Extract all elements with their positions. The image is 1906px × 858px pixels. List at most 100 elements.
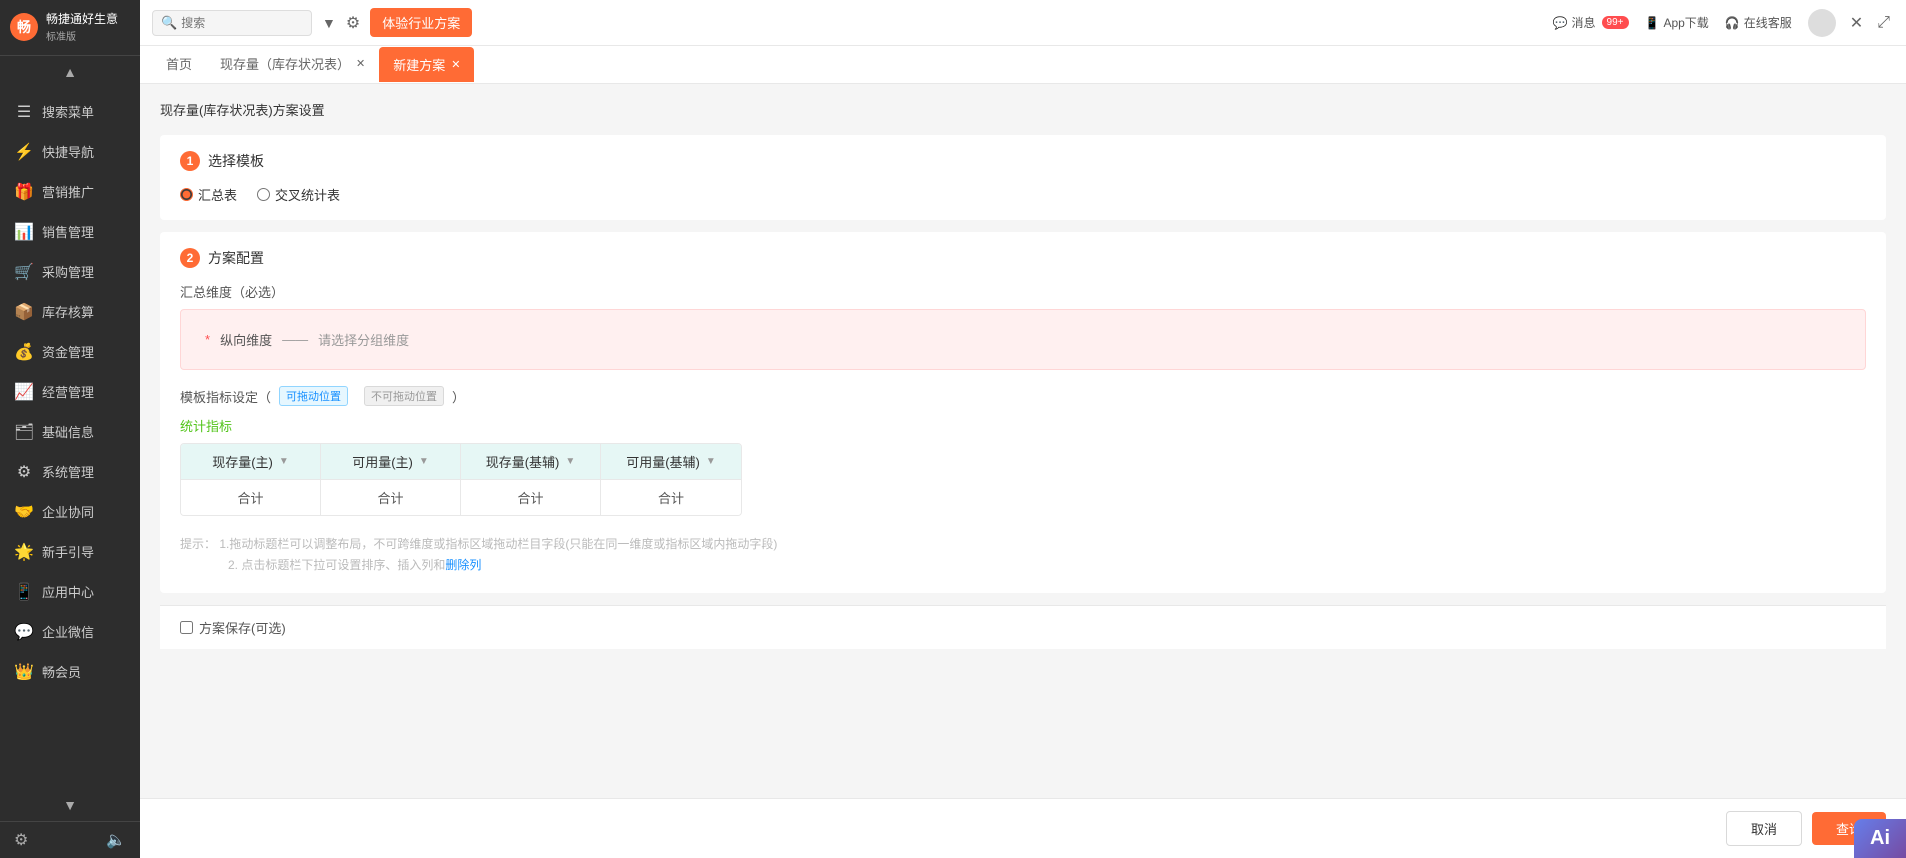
- finance-icon: 💰: [14, 342, 34, 362]
- search-input[interactable]: [181, 16, 303, 30]
- app-download-action[interactable]: 📱 App下载: [1645, 14, 1709, 31]
- sidebar-item-label: 营销推广: [42, 182, 94, 201]
- sidebar: 畅 畅捷通好生意 标准版 ▲ ☰ 搜索菜单 ⚡ 快捷导航 🎁 营销推广 📊 销售…: [0, 0, 140, 858]
- sidebar-item-sales[interactable]: 📊 销售管理: [0, 212, 140, 252]
- topbar: 🔍 ▼ ⚙ 体验行业方案 💬 消息 99+ 📱 App下载 🎧 在线客服 ✕: [140, 0, 1906, 46]
- sidebar-nav: ☰ 搜索菜单 ⚡ 快捷导航 🎁 营销推广 📊 销售管理 🛒 采购管理 📦 库存核…: [0, 88, 140, 789]
- cell-3: 合计: [601, 480, 741, 515]
- expand-btn[interactable]: ⤢: [1873, 12, 1894, 34]
- sidebar-item-label: 应用中心: [42, 582, 94, 601]
- cancel-button[interactable]: 取消: [1726, 811, 1802, 846]
- tab-new-plan[interactable]: 新建方案 ✕: [379, 47, 474, 82]
- sidebar-item-finance[interactable]: 💰 资金管理: [0, 332, 140, 372]
- radio-cross-label: 交叉统计表: [275, 185, 340, 204]
- dimension-label: 汇总维度（必选）: [180, 282, 1866, 301]
- main-area: 🔍 ▼ ⚙ 体验行业方案 💬 消息 99+ 📱 App下载 🎧 在线客服 ✕: [140, 0, 1906, 858]
- tip-1-text: 提示： 1.拖动标题栏可以调整布局，不可跨维度或指标区域拖动栏目字段(只能在同一…: [180, 537, 777, 551]
- save-checkbox-label[interactable]: 方案保存(可选): [180, 618, 286, 637]
- radio-summary-input[interactable]: [180, 188, 193, 201]
- cell-0: 合计: [181, 480, 321, 515]
- dimension-name: 纵向维度: [220, 330, 272, 349]
- sidebar-item-newguide[interactable]: 🌟 新手引导: [0, 532, 140, 572]
- template-options: 汇总表 交叉统计表: [180, 185, 1866, 204]
- message-label: 消息: [1572, 14, 1596, 31]
- sidebar-item-member[interactable]: 👑 畅会员: [0, 652, 140, 692]
- sidebar-item-operations[interactable]: 📈 经营管理: [0, 372, 140, 412]
- sidebar-footer: ⚙ 🔈: [0, 821, 140, 858]
- sidebar-item-basicinfo[interactable]: 🗂 基础信息: [0, 412, 140, 452]
- system-icon: ⚙: [14, 462, 34, 482]
- sidebar-item-system[interactable]: ⚙ 系统管理: [0, 452, 140, 492]
- stats-table: 现存量(主) ▼ 可用量(主) ▼ 现存量(基辅) ▼ 可用量(基辅) ▼: [180, 443, 742, 516]
- trial-btn[interactable]: 体验行业方案: [370, 8, 472, 37]
- radio-cross-input[interactable]: [257, 188, 270, 201]
- tab-inventory-close[interactable]: ✕: [356, 57, 365, 70]
- tab-home-label: 首页: [166, 54, 192, 73]
- save-checkbox-text: 方案保存(可选): [199, 618, 286, 637]
- sidebar-scroll-down[interactable]: ▼: [63, 793, 77, 817]
- sidebar-item-label: 新手引导: [42, 542, 94, 561]
- step2-header: 2 方案配置: [180, 248, 1866, 268]
- sidebar-item-label: 基础信息: [42, 422, 94, 441]
- tab-home[interactable]: 首页: [152, 46, 206, 83]
- sidebar-item-appcenter[interactable]: 📱 应用中心: [0, 572, 140, 612]
- radio-summary[interactable]: 汇总表: [180, 185, 237, 204]
- operations-icon: 📈: [14, 382, 34, 402]
- app-name: 畅捷通好生意: [46, 12, 118, 28]
- col-header-0[interactable]: 现存量(主) ▼: [181, 444, 321, 479]
- col-header-3[interactable]: 可用量(基辅) ▼: [601, 444, 741, 479]
- tag-movable: 可拖动位置: [279, 386, 348, 406]
- ai-badge[interactable]: Ai: [1854, 819, 1906, 858]
- member-icon: 👑: [14, 662, 34, 682]
- page-title: 现存量(库存状况表)方案设置: [160, 100, 1886, 119]
- sidebar-item-wecom[interactable]: 💬 企业微信: [0, 612, 140, 652]
- message-action[interactable]: 💬 消息 99+: [1553, 14, 1629, 31]
- sidebar-item-enterprise[interactable]: 🤝 企业协同: [0, 492, 140, 532]
- settings-footer-icon[interactable]: ⚙: [14, 830, 28, 850]
- inventory-icon: 📦: [14, 302, 34, 322]
- user-avatar[interactable]: [1808, 9, 1836, 37]
- message-icon: 💬: [1553, 16, 1568, 30]
- col-label-3: 可用量(基辅): [626, 452, 700, 471]
- cell-1: 合计: [321, 480, 461, 515]
- sidebar-scroll-up[interactable]: ▲: [63, 60, 77, 84]
- sidebar-item-label: 畅会员: [42, 662, 81, 681]
- tab-new-plan-close[interactable]: ✕: [451, 58, 460, 71]
- tab-new-plan-label: 新建方案: [393, 55, 445, 74]
- sidebar-item-label: 经营管理: [42, 382, 94, 401]
- message-badge: 99+: [1602, 16, 1629, 29]
- newguide-icon: 🌟: [14, 542, 34, 562]
- sidebar-item-inventory[interactable]: 📦 库存核算: [0, 292, 140, 332]
- purchase-icon: 🛒: [14, 262, 34, 282]
- sidebar-item-search[interactable]: ☰ 搜索菜单: [0, 92, 140, 132]
- app-download-icon: 📱: [1645, 16, 1660, 30]
- tab-inventory[interactable]: 现存量（库存状况表） ✕: [206, 46, 379, 83]
- appcenter-icon: 📱: [14, 582, 34, 602]
- online-service-action[interactable]: 🎧 在线客服: [1725, 14, 1792, 31]
- metrics-label-end: ）: [452, 387, 465, 406]
- tips-area: 提示： 1.拖动标题栏可以调整布局，不可跨维度或指标区域拖动栏目字段(只能在同一…: [180, 535, 1866, 573]
- sidebar-item-marketing[interactable]: 🎁 营销推广: [0, 172, 140, 212]
- topbar-search-box[interactable]: 🔍: [152, 10, 312, 36]
- radio-cross[interactable]: 交叉统计表: [257, 185, 340, 204]
- sidebar-item-purchase[interactable]: 🛒 采购管理: [0, 252, 140, 292]
- col-header-1[interactable]: 可用量(主) ▼: [321, 444, 461, 479]
- topbar-settings-btn[interactable]: ⚙: [346, 13, 360, 33]
- tip-1: 提示： 1.拖动标题栏可以调整布局，不可跨维度或指标区域拖动栏目字段(只能在同一…: [180, 535, 1866, 552]
- online-service-label: 在线客服: [1744, 14, 1792, 31]
- topbar-dropdown-btn[interactable]: ▼: [322, 15, 336, 31]
- dimension-box[interactable]: * 纵向维度 —— 请选择分组维度: [180, 309, 1866, 370]
- sidebar-item-quicknav[interactable]: ⚡ 快捷导航: [0, 132, 140, 172]
- app-logo: 畅 畅捷通好生意 标准版: [0, 0, 140, 56]
- audio-footer-icon[interactable]: 🔈: [106, 830, 126, 850]
- tip-2-text: 2. 点击标题栏下拉可设置排序、插入列和: [180, 558, 445, 572]
- sidebar-item-label: 库存核算: [42, 302, 94, 321]
- metrics-label: 模板指标设定（ 可拖动位置 不可拖动位置 ）: [180, 386, 1866, 406]
- sidebar-item-label: 企业协同: [42, 502, 94, 521]
- close-btn[interactable]: ✕: [1846, 11, 1867, 35]
- col-header-2[interactable]: 现存量(基辅) ▼: [461, 444, 601, 479]
- stats-table-header: 现存量(主) ▼ 可用量(主) ▼ 现存量(基辅) ▼ 可用量(基辅) ▼: [181, 444, 741, 479]
- save-checkbox-input[interactable]: [180, 621, 193, 634]
- step2-title: 方案配置: [208, 248, 264, 268]
- enterprise-icon: 🤝: [14, 502, 34, 522]
